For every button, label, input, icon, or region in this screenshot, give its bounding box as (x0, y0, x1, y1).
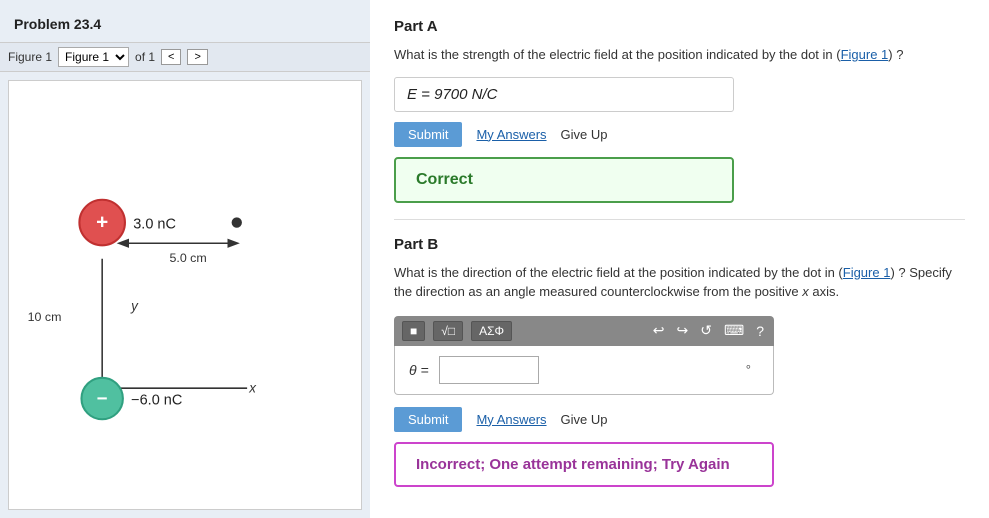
part-a: Part A What is the strength of the elect… (394, 18, 965, 203)
figure-toolbar: Figure 1 Figure 1 of 1 < > (0, 42, 370, 72)
help-icon[interactable]: ? (756, 323, 764, 339)
svg-text:+: + (96, 211, 108, 234)
part-b-submit-button[interactable]: Submit (394, 407, 462, 432)
part-a-question: What is the strength of the electric fie… (394, 45, 965, 65)
figure-label: Figure 1 (8, 50, 52, 64)
undo-icon[interactable]: ↩ (653, 322, 665, 339)
right-panel: Part A What is the strength of the elect… (370, 0, 989, 518)
svg-text:10 cm: 10 cm (28, 310, 62, 324)
part-b-give-up-link[interactable]: Give Up (561, 412, 608, 427)
svg-text:−6.0 nC: −6.0 nC (131, 393, 182, 409)
figure-prev-button[interactable]: < (161, 49, 181, 65)
figure-select[interactable]: Figure 1 (58, 47, 129, 67)
part-a-answer: E = 9700 N/C (394, 77, 734, 112)
part-b-title: Part B (394, 236, 965, 253)
part-a-figure-link[interactable]: Figure 1 (841, 47, 889, 62)
svg-text:5.0 cm: 5.0 cm (169, 251, 206, 265)
part-a-title: Part A (394, 18, 965, 35)
svg-text:y: y (130, 299, 139, 314)
part-a-btn-row: Submit My Answers Give Up (394, 122, 965, 147)
math-toolbar: ■ √□ ΑΣΦ ↩ ↪ ↺ ⌨ ? (394, 316, 774, 346)
degree-symbol: ° (746, 362, 759, 377)
part-b-figure-link[interactable]: Figure 1 (843, 265, 891, 280)
incorrect-box: Incorrect; One attempt remaining; Try Ag… (394, 442, 774, 487)
part-b: Part B What is the direction of the elec… (394, 236, 965, 487)
keyboard-icon[interactable]: ⌨ (724, 322, 744, 339)
svg-text:−: − (97, 388, 108, 409)
math-input-row: θ = ° (394, 346, 774, 395)
svg-text:x: x (248, 380, 257, 395)
theta-label: θ = (409, 362, 429, 378)
refresh-icon[interactable]: ↺ (700, 322, 712, 339)
svg-text:3.0 nC: 3.0 nC (133, 217, 176, 233)
problem-title: Problem 23.4 (0, 10, 370, 42)
left-panel: Problem 23.4 Figure 1 Figure 1 of 1 < > … (0, 0, 370, 518)
part-b-btn-row: Submit My Answers Give Up (394, 407, 965, 432)
figure-next-button[interactable]: > (187, 49, 207, 65)
part-divider (394, 219, 965, 220)
of-label: of 1 (135, 50, 155, 64)
part-a-my-answers-link[interactable]: My Answers (476, 127, 546, 142)
math-toolbar-greek-btn[interactable]: ΑΣΦ (471, 321, 512, 341)
math-toolbar-sqrt-btn[interactable]: √□ (433, 321, 463, 341)
diagram: + 3.0 nC 5.0 cm 10 cm y x (9, 81, 361, 509)
theta-input[interactable] (439, 356, 539, 384)
correct-box: Correct (394, 157, 734, 203)
part-a-give-up-link[interactable]: Give Up (561, 127, 608, 142)
part-a-submit-button[interactable]: Submit (394, 122, 462, 147)
math-toolbar-square-btn[interactable]: ■ (402, 321, 425, 341)
redo-icon[interactable]: ↪ (677, 322, 689, 339)
part-b-my-answers-link[interactable]: My Answers (476, 412, 546, 427)
figure-area: + 3.0 nC 5.0 cm 10 cm y x (8, 80, 362, 510)
part-b-question: What is the direction of the electric fi… (394, 263, 965, 302)
